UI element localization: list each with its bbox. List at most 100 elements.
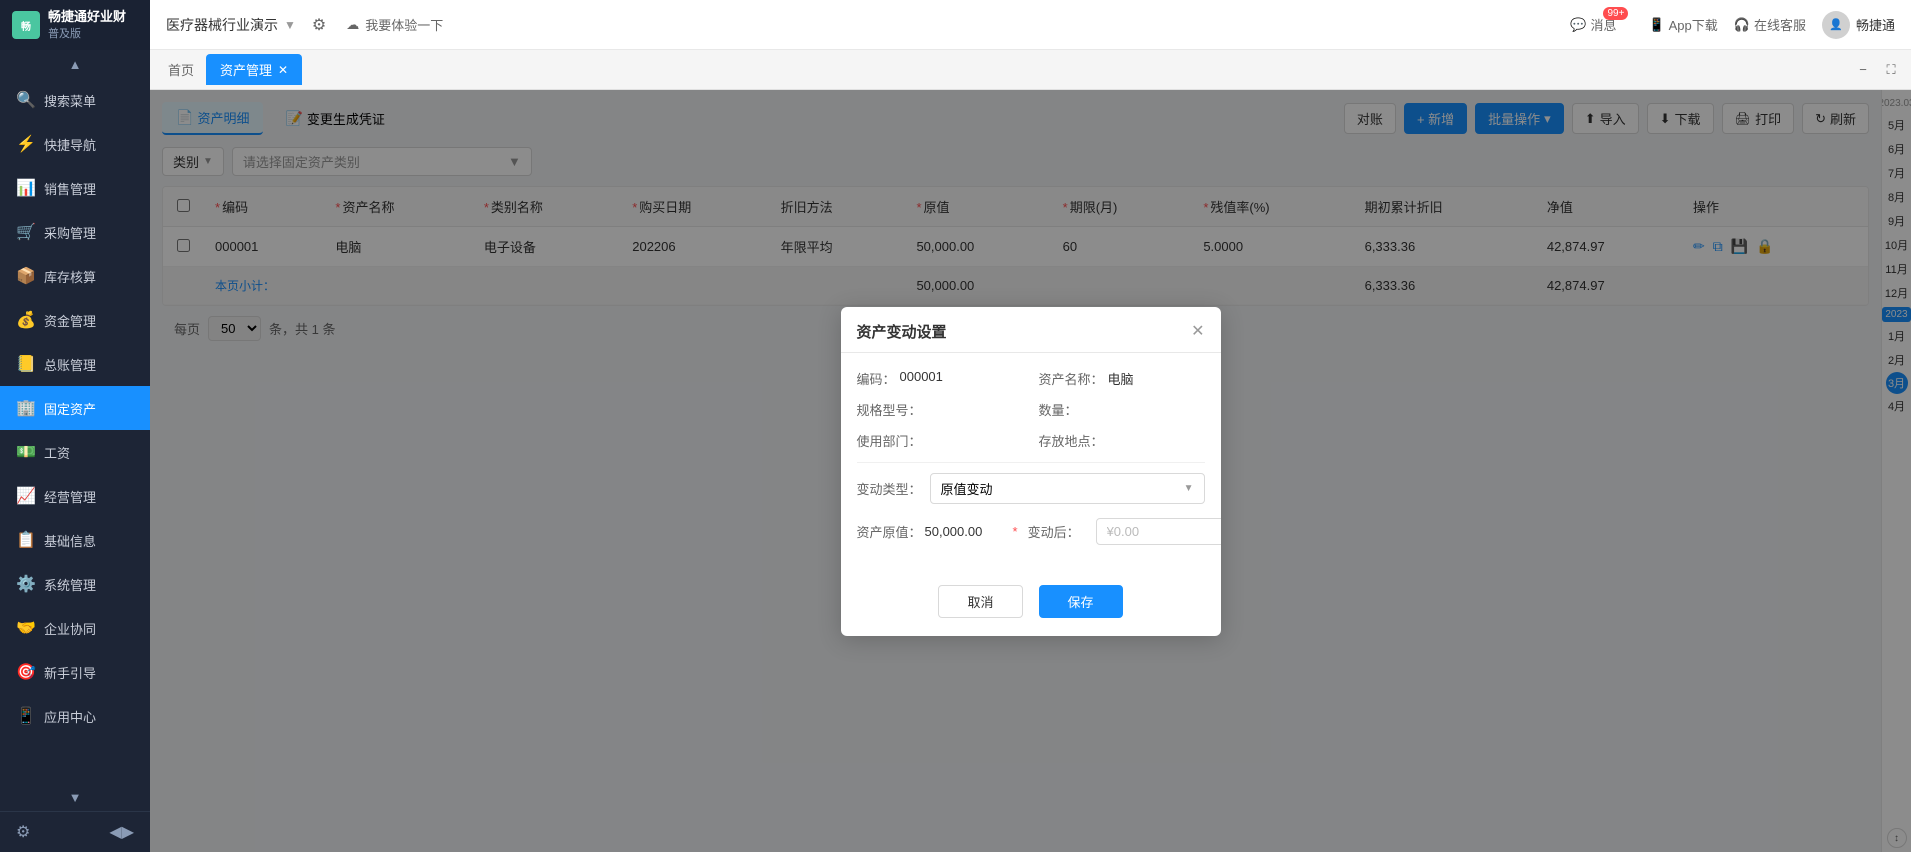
sidebar: 畅 畅捷通好业财 普及版 ▲ 🔍 搜索菜单 ⚡ 快捷导航 📊 销售管理 🛒 采购… (0, 0, 150, 852)
app-icon: 📱 (1648, 17, 1664, 33)
sidebar-item-system[interactable]: ⚙️ 系统管理 (0, 562, 150, 606)
sidebar-item-ops[interactable]: 📈 经营管理 (0, 474, 150, 518)
system-icon: ⚙️ (16, 574, 34, 594)
ops-icon: 📈 (16, 486, 34, 506)
sidebar-scroll-up[interactable]: ▲ (65, 54, 85, 74)
collab-icon: 🤝 (16, 618, 34, 638)
modal-change-type-label: 变动类型： (857, 479, 922, 498)
ledger-icon: 📒 (16, 354, 34, 374)
company-name: 医疗器械行业演示 (166, 15, 278, 35)
sidebar-item-quicknav[interactable]: ⚡ 快捷导航 (0, 122, 150, 166)
modal-divider (857, 462, 1205, 463)
modal-row-2: 规格型号： 数量： (857, 400, 1205, 419)
service-icon: 🎧 (1734, 17, 1750, 33)
modal-row-3: 使用部门： 存放地点： (857, 431, 1205, 450)
search-icon: 🔍 (16, 90, 34, 110)
modal-title: 资产变动设置 (857, 321, 947, 342)
app-download-button[interactable]: 📱 App下载 (1648, 15, 1717, 34)
modal-location-label: 存放地点： (1039, 431, 1104, 450)
sidebar-item-salary[interactable]: 💵 工资 (0, 430, 150, 474)
cloud-icon: ☁ (346, 17, 359, 33)
sidebar-item-search[interactable]: 🔍 搜索菜单 (0, 78, 150, 122)
modal-asset-value: 50,000.00 (925, 524, 1005, 539)
modal-field-name: 资产名称： 电脑 (1039, 369, 1205, 388)
modal-cancel-button[interactable]: 取消 (938, 585, 1022, 618)
modal-save-button[interactable]: 保存 (1039, 585, 1123, 618)
sidebar-item-ledger[interactable]: 📒 总账管理 (0, 342, 150, 386)
assets-icon: 🏢 (16, 398, 34, 418)
message-button[interactable]: 💬 消息 99+ (1570, 15, 1616, 34)
modal-field-code: 编码： 000001 (857, 369, 1023, 388)
modal-asset-value-label: 资产原值： (857, 522, 917, 541)
logo-icon: 畅 (12, 11, 40, 39)
guide-icon: 🎯 (16, 662, 34, 682)
modal-change-type-row: 变动类型： 原值变动 ▼ (857, 473, 1205, 504)
modal-close-button[interactable]: ✕ (1191, 321, 1204, 341)
app-logo: 畅 畅捷通好业财 普及版 (0, 0, 150, 50)
company-selector[interactable]: 医疗器械行业演示 ▼ (166, 15, 296, 35)
modal-change-type-value: 原值变动 (941, 479, 993, 498)
modal-code-value: 000001 (900, 369, 943, 388)
modal-value-row: 资产原值： 50,000.00 * 变动后： (857, 518, 1205, 545)
main-content: 医疗器械行业演示 ▼ ⚙ ☁ 我要体验一下 💬 消息 99+ 📱 App下载 🎧… (150, 0, 1911, 852)
tab-asset-mgmt[interactable]: 资产管理 ✕ (206, 54, 302, 85)
message-badge: 99+ (1603, 7, 1628, 20)
company-dropdown-icon: ▼ (284, 18, 296, 32)
user-menu[interactable]: 👤 畅捷通 (1822, 11, 1895, 39)
modal-after-input[interactable] (1096, 518, 1221, 545)
modal-change-type-select[interactable]: 原值变动 ▼ (930, 473, 1205, 504)
logo-sub: 普及版 (48, 25, 126, 41)
topbar-right: 💬 消息 99+ 📱 App下载 🎧 在线客服 👤 畅捷通 (1570, 11, 1895, 39)
modal-after-label: 变动后： (1028, 522, 1088, 541)
salary-icon: 💵 (16, 442, 34, 462)
modal-field-dept: 使用部门： (857, 431, 1023, 450)
settings-icon[interactable]: ⚙ (16, 822, 30, 842)
modal-name-label: 资产名称： (1039, 369, 1104, 388)
modal-row-1: 编码： 000001 资产名称： 电脑 (857, 369, 1205, 388)
asset-change-modal: 资产变动设置 ✕ 编码： 000001 资产名称： 电脑 (841, 307, 1221, 636)
modal-qty-label: 数量： (1039, 400, 1078, 419)
tab-controls: − ⛶ (1851, 58, 1903, 82)
modal-field-location: 存放地点： (1039, 431, 1205, 450)
experience-button[interactable]: ☁ 我要体验一下 (346, 15, 443, 34)
content-area: 📄 资产明细 📝 变更生成凭证 对账 + 新增 批量操作 ▾ ⬆ (150, 90, 1911, 852)
modal-header: 资产变动设置 ✕ (841, 307, 1221, 353)
sidebar-item-sales[interactable]: 📊 销售管理 (0, 166, 150, 210)
sidebar-scroll-down[interactable]: ▼ (65, 787, 85, 807)
sidebar-item-collab[interactable]: 🤝 企业协同 (0, 606, 150, 650)
topbar-settings-icon[interactable]: ⚙ (312, 15, 326, 35)
message-icon: 💬 (1570, 17, 1586, 33)
modal-overlay: 资产变动设置 ✕ 编码： 000001 资产名称： 电脑 (150, 90, 1911, 852)
sidebar-item-guide[interactable]: 🎯 新手引导 (0, 650, 150, 694)
sidebar-item-finance[interactable]: 💰 资金管理 (0, 298, 150, 342)
modal-dept-label: 使用部门： (857, 431, 922, 450)
finance-icon: 💰 (16, 310, 34, 330)
modal-spec-label: 规格型号： (857, 400, 922, 419)
tab-home[interactable]: 首页 (158, 54, 204, 85)
tab-asset-mgmt-label: 资产管理 (220, 60, 272, 79)
modal-footer: 取消 保存 (841, 575, 1221, 636)
customer-service-button[interactable]: 🎧 在线客服 (1734, 15, 1806, 34)
tab-minimize-button[interactable]: − (1851, 58, 1875, 82)
tab-maximize-button[interactable]: ⛶ (1879, 58, 1903, 82)
user-name: 畅捷通 (1856, 15, 1895, 34)
quicknav-icon: ⚡ (16, 134, 34, 154)
modal-field-spec: 规格型号： (857, 400, 1023, 419)
sidebar-item-purchase[interactable]: 🛒 采购管理 (0, 210, 150, 254)
topbar: 医疗器械行业演示 ▼ ⚙ ☁ 我要体验一下 💬 消息 99+ 📱 App下载 🎧… (150, 0, 1911, 50)
modal-after-required: * (1013, 524, 1018, 539)
tab-close-icon[interactable]: ✕ (278, 63, 288, 77)
basic-icon: 📋 (16, 530, 34, 550)
modal-name-value: 电脑 (1108, 369, 1134, 388)
sidebar-item-assets[interactable]: 🏢 固定资产 (0, 386, 150, 430)
modal-code-label: 编码： (857, 369, 896, 388)
sidebar-item-appstore[interactable]: 📱 应用中心 (0, 694, 150, 738)
sidebar-item-basic[interactable]: 📋 基础信息 (0, 518, 150, 562)
sidebar-item-inventory[interactable]: 📦 库存核算 (0, 254, 150, 298)
collapse-sidebar-icon[interactable]: ◀▶ (109, 822, 134, 842)
user-avatar: 👤 (1822, 11, 1850, 39)
change-type-dropdown-icon: ▼ (1184, 483, 1194, 494)
logo-text: 畅捷通好业财 (48, 9, 126, 26)
appstore-icon: 📱 (16, 706, 34, 726)
modal-field-qty: 数量： (1039, 400, 1205, 419)
